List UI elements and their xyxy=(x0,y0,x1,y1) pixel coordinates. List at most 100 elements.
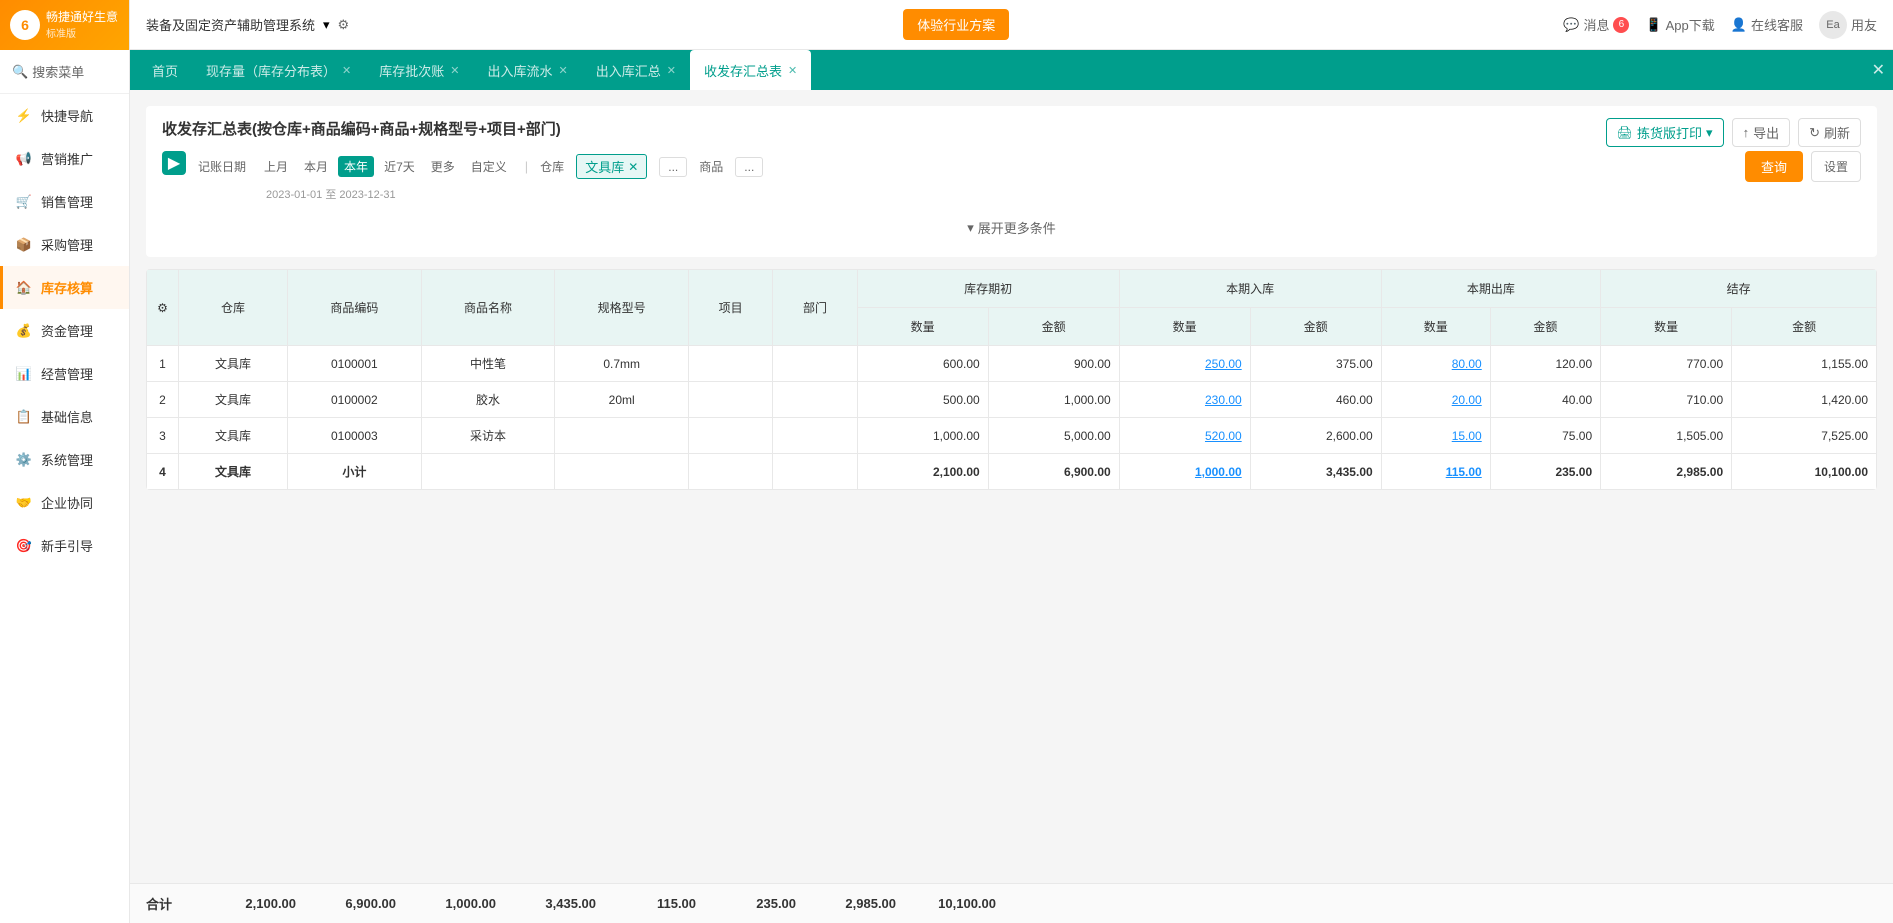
print-button[interactable]: 🖨 拣货版打印 ▾ xyxy=(1606,118,1724,147)
col-dept-header: 部门 xyxy=(773,270,857,346)
tab-bar: 首页 现存量（库存分布表） ✕ 库存批次账 ✕ 出入库流水 ✕ 出入库汇总 ✕ … xyxy=(130,50,1893,90)
date-btn-last-month[interactable]: 上月 xyxy=(258,156,294,177)
search-icon: 🔍 xyxy=(12,64,28,80)
filter-settings-button[interactable]: 设置 xyxy=(1811,151,1861,182)
refresh-icon: ↻ xyxy=(1809,125,1820,141)
tab-close-inout-summary[interactable]: ✕ xyxy=(667,64,676,77)
footer-bal-qty: 2,985.00 xyxy=(812,896,912,911)
footer-out-amt: 235.00 xyxy=(712,896,812,911)
footer-out-qty: 115.00 xyxy=(612,896,712,911)
sidebar-logo: 6 畅捷通好生意 标准版 xyxy=(0,0,129,50)
message-button[interactable]: 💬 消息 6 xyxy=(1563,15,1629,34)
trial-button[interactable]: 体验行业方案 xyxy=(903,9,1009,40)
col-project-header: 项目 xyxy=(689,270,773,346)
sidebar-item-sales[interactable]: 🛒 销售管理 xyxy=(0,180,129,223)
date-btn-custom[interactable]: 自定义 xyxy=(465,156,513,177)
product-more-button[interactable]: ... xyxy=(735,157,763,177)
tab-home[interactable]: 首页 xyxy=(138,50,192,90)
avatar: Ea xyxy=(1819,11,1847,39)
tab-close-inout-flow[interactable]: ✕ xyxy=(559,64,568,77)
filter-toggle-button[interactable]: ▶ xyxy=(162,151,186,175)
footer-bal-amt: 10,100.00 xyxy=(912,896,1012,911)
col-open-qty-header: 数量 xyxy=(857,308,988,346)
data-table: ⚙ 仓库 商品编码 商品名称 规格型号 项目 部门 库存期初 本期入库 本期出库… xyxy=(146,269,1877,490)
col-opening-header: 库存期初 xyxy=(857,270,1119,308)
enterprise-icon: 🤝 xyxy=(15,494,33,512)
sidebar-item-operations[interactable]: 📊 经营管理 xyxy=(0,352,129,395)
tab-inventory-dist[interactable]: 现存量（库存分布表） ✕ xyxy=(192,50,365,90)
date-btn-7days[interactable]: 近7天 xyxy=(378,156,421,177)
guide-icon: 🎯 xyxy=(15,537,33,555)
warehouse-tag-close-button[interactable]: ✕ xyxy=(628,160,638,174)
date-filter-label: 记账日期 xyxy=(198,158,246,175)
sidebar-item-system[interactable]: ⚙️ 系统管理 xyxy=(0,438,129,481)
refresh-button[interactable]: ↻ 刷新 xyxy=(1798,118,1861,147)
header-actions: 🖨 拣货版打印 ▾ ↑ 导出 ↻ 刷新 xyxy=(1606,118,1862,147)
date-btn-this-year[interactable]: 本年 xyxy=(338,156,374,177)
export-icon: ↑ xyxy=(1743,125,1750,140)
col-bal-amt-header: 金额 xyxy=(1732,308,1877,346)
app-download-button[interactable]: 📱 App下载 xyxy=(1645,15,1714,34)
warehouse-filter-label: 仓库 xyxy=(540,158,564,175)
topbar: 装备及固定资产辅助管理系统 ▾ ⚙ 体验行业方案 💬 消息 6 📱 App下载 … xyxy=(130,0,1893,50)
topbar-right: 💬 消息 6 📱 App下载 👤 在线客服 Ea 用友 xyxy=(1563,11,1877,39)
logo-text: 畅捷通好生意 标准版 xyxy=(46,10,118,41)
marketing-icon: 📢 xyxy=(15,150,33,168)
tab-inout-summary[interactable]: 出入库汇总 ✕ xyxy=(582,50,690,90)
system-dropdown[interactable]: ▾ xyxy=(323,17,330,33)
page-title: 收发存汇总表(按仓库+商品编码+商品+规格型号+项目+部门) xyxy=(162,118,561,139)
date-btn-more[interactable]: 更多 xyxy=(425,156,461,177)
search-menu-button[interactable]: 🔍 搜索菜单 xyxy=(8,58,121,85)
expand-icon: ▾ xyxy=(967,220,974,236)
col-bal-qty-header: 数量 xyxy=(1601,308,1732,346)
bottom-summary-bar: 合计 2,100.00 6,900.00 1,000.00 3,435.00 1… xyxy=(130,883,1893,923)
user-button[interactable]: Ea 用友 xyxy=(1819,11,1877,39)
message-icon: 💬 xyxy=(1563,17,1579,33)
col-warehouse-header: 仓库 xyxy=(179,270,288,346)
tab-collect-summary[interactable]: 收发存汇总表 ✕ xyxy=(690,50,811,90)
col-out-header: 本期出库 xyxy=(1381,270,1600,308)
sidebar-item-purchase[interactable]: 📦 采购管理 xyxy=(0,223,129,266)
footer-open-amt: 6,900.00 xyxy=(312,896,412,911)
main-content: 装备及固定资产辅助管理系统 ▾ ⚙ 体验行业方案 💬 消息 6 📱 App下载 … xyxy=(130,0,1893,923)
online-service-button[interactable]: 👤 在线客服 xyxy=(1731,15,1803,34)
date-btn-this-month[interactable]: 本月 xyxy=(298,156,334,177)
tab-batch-account[interactable]: 库存批次账 ✕ xyxy=(365,50,473,90)
export-button[interactable]: ↑ 导出 xyxy=(1732,118,1791,147)
quick-nav-icon: ⚡ xyxy=(15,107,33,125)
settings-gear-icon[interactable]: ⚙ xyxy=(338,17,350,33)
sidebar-item-enterprise[interactable]: 🤝 企业协同 xyxy=(0,481,129,524)
tab-inout-flow[interactable]: 出入库流水 ✕ xyxy=(473,50,581,90)
col-out-qty-header: 数量 xyxy=(1381,308,1490,346)
sidebar-item-marketing[interactable]: 📢 营销推广 xyxy=(0,137,129,180)
warehouse-more-button[interactable]: ... xyxy=(659,157,687,177)
col-in-qty-header: 数量 xyxy=(1119,308,1250,346)
sidebar-item-finance[interactable]: 💰 资金管理 xyxy=(0,309,129,352)
sidebar-item-guide[interactable]: 🎯 新手引导 xyxy=(0,524,129,567)
phone-icon: 📱 xyxy=(1645,17,1661,33)
sidebar-item-base-info[interactable]: 📋 基础信息 xyxy=(0,395,129,438)
col-settings-header[interactable]: ⚙ xyxy=(147,270,179,346)
table-row: 1文具库0100001中性笔0.7mm600.00900.00250.00375… xyxy=(147,346,1877,382)
warehouse-tag: 文具库 ✕ xyxy=(576,154,647,179)
operations-icon: 📊 xyxy=(15,365,33,383)
col-in-header: 本期入库 xyxy=(1119,270,1381,308)
close-all-tabs-button[interactable]: ✕ xyxy=(1872,60,1885,80)
expand-more-button[interactable]: ▾ 展开更多条件 xyxy=(967,218,1056,237)
date-range-display: 2023-01-01 至 2023-12-31 xyxy=(266,186,396,202)
sidebar: 6 畅捷通好生意 标准版 🔍 搜索菜单 ⚡ 快捷导航 📢 营销推广 🛒 销售管理… xyxy=(0,0,130,923)
inventory-icon: 🏠 xyxy=(15,279,33,297)
tab-close-inventory-dist[interactable]: ✕ xyxy=(342,64,351,77)
chevron-down-icon: ▾ xyxy=(1706,125,1713,141)
message-badge: 6 xyxy=(1613,17,1629,33)
tab-close-collect-summary[interactable]: ✕ xyxy=(788,64,797,77)
page-header: 收发存汇总表(按仓库+商品编码+商品+规格型号+项目+部门) 🖨 拣货版打印 ▾… xyxy=(146,106,1877,257)
page-content: 收发存汇总表(按仓库+商品编码+商品+规格型号+项目+部门) 🖨 拣货版打印 ▾… xyxy=(130,90,1893,883)
tab-close-batch-account[interactable]: ✕ xyxy=(450,64,459,77)
logo-icon: 6 xyxy=(10,10,40,40)
sidebar-item-quick-nav[interactable]: ⚡ 快捷导航 xyxy=(0,94,129,137)
sidebar-item-inventory[interactable]: 🏠 库存核算 xyxy=(0,266,129,309)
col-out-amt-header: 金额 xyxy=(1490,308,1600,346)
query-button[interactable]: 查询 xyxy=(1745,151,1803,182)
topbar-left: 装备及固定资产辅助管理系统 ▾ ⚙ xyxy=(146,15,349,34)
